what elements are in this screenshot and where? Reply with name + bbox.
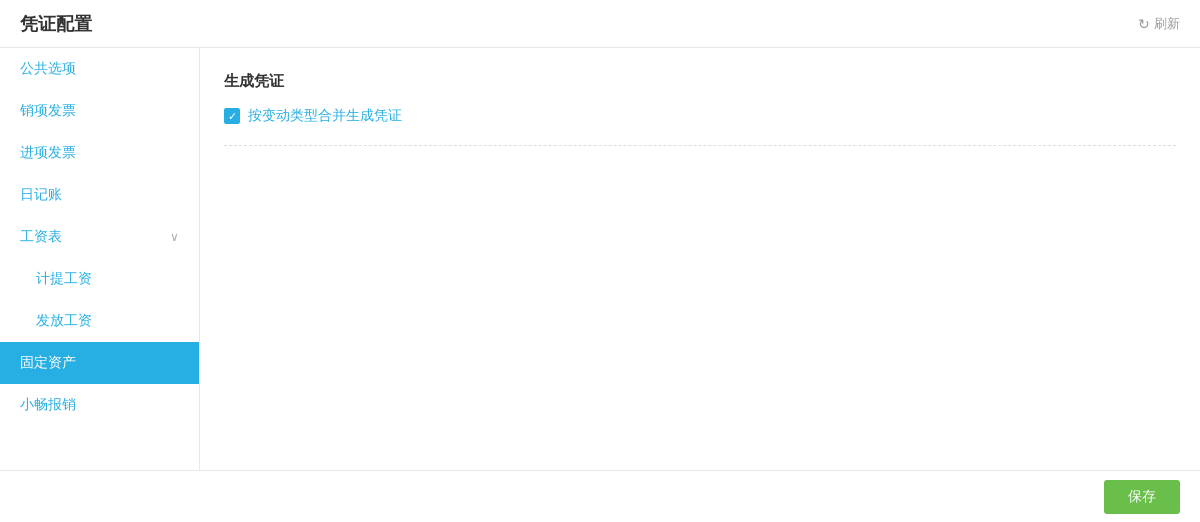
sidebar-item-fixed-assets[interactable]: 固定资产 xyxy=(0,342,199,384)
sidebar-item-expense-report[interactable]: 小畅报销 xyxy=(0,384,199,426)
sidebar-item-journal[interactable]: 日记账 xyxy=(0,174,199,216)
sidebar-item-calc-salary[interactable]: 计提工资 xyxy=(0,258,199,300)
sidebar-item-public-options[interactable]: 公共选项 xyxy=(0,48,199,90)
page-title: 凭证配置 xyxy=(20,12,92,36)
checkmark-icon: ✓ xyxy=(228,111,237,122)
refresh-button[interactable]: ↻ 刷新 xyxy=(1138,15,1180,33)
save-button[interactable]: 保存 xyxy=(1104,480,1180,514)
sidebar-label-purchase-invoice: 进项发票 xyxy=(20,144,76,162)
app-container: 凭证配置 ↻ 刷新 公共选项销项发票进项发票日记账工资表 ∨ 计提工资发放工资固定资… xyxy=(0,0,1200,522)
sidebar-label-fixed-assets: 固定资产 xyxy=(20,354,76,372)
sidebar-item-distribute-salary[interactable]: 发放工资 xyxy=(0,300,199,342)
checkbox-label[interactable]: 按变动类型合并生成凭证 xyxy=(248,107,402,125)
sidebar-item-payroll[interactable]: 工资表 ∨ xyxy=(0,216,199,258)
sidebar-item-sales-invoice[interactable]: 销项发票 xyxy=(0,90,199,132)
sidebar-label-calc-salary: 计提工资 xyxy=(36,270,92,288)
refresh-label: 刷新 xyxy=(1154,15,1180,33)
sidebar-label-payroll: 工资表 xyxy=(20,228,62,246)
sidebar-label-distribute-salary: 发放工资 xyxy=(36,312,92,330)
page-footer: 保存 xyxy=(0,470,1200,522)
sidebar-label-expense-report: 小畅报销 xyxy=(20,396,76,414)
refresh-icon: ↻ xyxy=(1138,16,1150,32)
merge-checkbox[interactable]: ✓ xyxy=(224,108,240,124)
sidebar: 公共选项销项发票进项发票日记账工资表 ∨ 计提工资发放工资固定资产小畅报销 xyxy=(0,48,200,470)
main-content: 生成凭证 ✓ 按变动类型合并生成凭证 xyxy=(200,48,1200,470)
section-divider xyxy=(224,145,1176,146)
chevron-down-icon: ∨ xyxy=(170,230,179,244)
sidebar-label-public-options: 公共选项 xyxy=(20,60,76,78)
section-title: 生成凭证 xyxy=(224,72,1176,91)
checkbox-row: ✓ 按变动类型合并生成凭证 xyxy=(224,107,1176,125)
sidebar-label-sales-invoice: 销项发票 xyxy=(20,102,76,120)
sidebar-item-purchase-invoice[interactable]: 进项发票 xyxy=(0,132,199,174)
page-header: 凭证配置 ↻ 刷新 xyxy=(0,0,1200,48)
sidebar-label-journal: 日记账 xyxy=(20,186,62,204)
body-container: 公共选项销项发票进项发票日记账工资表 ∨ 计提工资发放工资固定资产小畅报销 生成凭证… xyxy=(0,48,1200,470)
